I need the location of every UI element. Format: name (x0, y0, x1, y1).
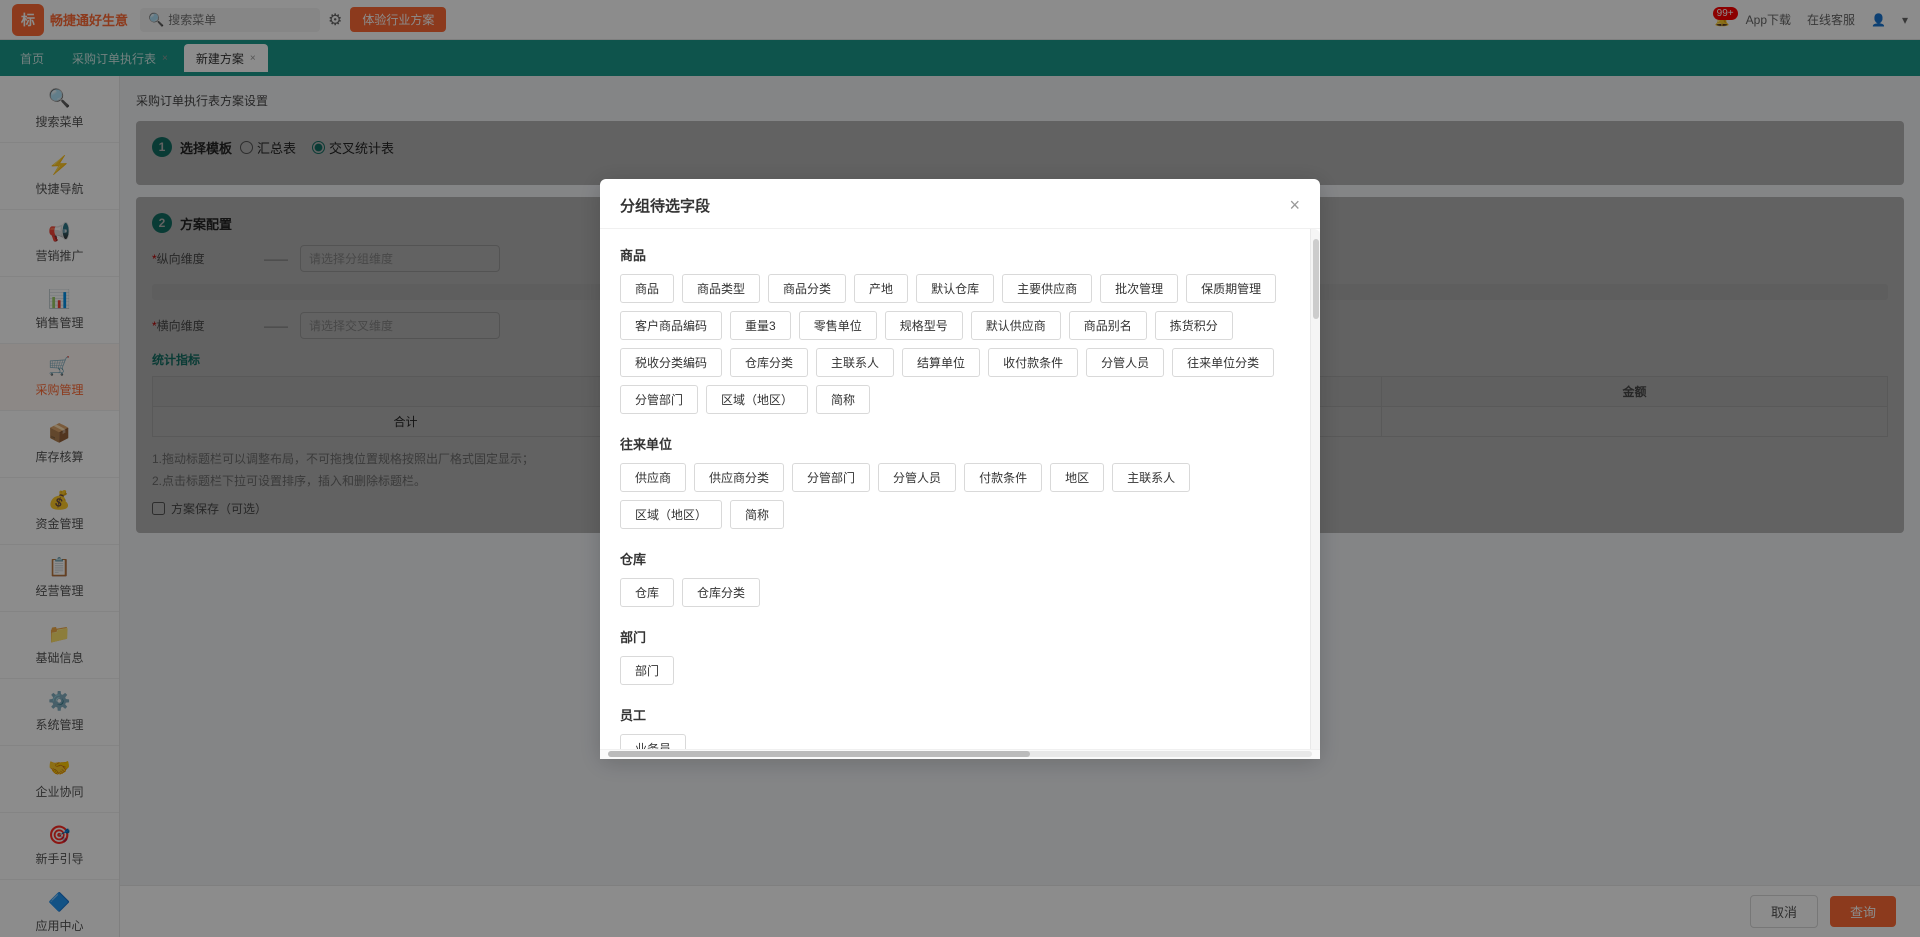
tag-goods-主要供应商[interactable]: 主要供应商 (1002, 274, 1092, 303)
tag-partner-付款条件[interactable]: 付款条件 (964, 463, 1042, 492)
tag-goods-商品[interactable]: 商品 (620, 274, 674, 303)
tag-partner-供应商[interactable]: 供应商 (620, 463, 686, 492)
staff-tags: 业务员 (620, 734, 1290, 750)
tag-goods-往来单位分类[interactable]: 往来单位分类 (1172, 348, 1274, 377)
tag-goods-产地[interactable]: 产地 (854, 274, 908, 303)
field-group-goods-title: 商品 (620, 245, 1290, 264)
modal-hscroll[interactable] (600, 749, 1320, 758)
modal-close-button[interactable]: × (1289, 195, 1300, 216)
modal-inner: 商品 商品 商品类型 商品分类 产地 默认仓库 主要供应商 批次管理 保质期管理… (600, 229, 1320, 750)
partner-tags: 供应商 供应商分类 分管部门 分管人员 付款条件 地区 主联系人 区域（地区） … (620, 463, 1290, 529)
modal-header: 分组待选字段 × (600, 179, 1320, 229)
field-group-partner: 往来单位 供应商 供应商分类 分管部门 分管人员 付款条件 地区 主联系人 区域… (620, 434, 1290, 529)
hscroll-thumb (608, 751, 1030, 757)
modal-body[interactable]: 商品 商品 商品类型 商品分类 产地 默认仓库 主要供应商 批次管理 保质期管理… (600, 229, 1310, 750)
tag-goods-客户商品编码[interactable]: 客户商品编码 (620, 311, 722, 340)
tag-goods-规格型号[interactable]: 规格型号 (885, 311, 963, 340)
tag-goods-默认仓库[interactable]: 默认仓库 (916, 274, 994, 303)
tag-partner-主联系人[interactable]: 主联系人 (1112, 463, 1190, 492)
tag-goods-商品分类[interactable]: 商品分类 (768, 274, 846, 303)
tag-staff-业务员[interactable]: 业务员 (620, 734, 686, 750)
tag-goods-税收分类编码[interactable]: 税收分类编码 (620, 348, 722, 377)
tag-warehouse-仓库[interactable]: 仓库 (620, 578, 674, 607)
modal-title: 分组待选字段 (620, 195, 710, 216)
tag-partner-分管人员[interactable]: 分管人员 (878, 463, 956, 492)
hscroll-track (608, 751, 1312, 757)
tag-goods-商品别名[interactable]: 商品别名 (1069, 311, 1147, 340)
tag-goods-批次管理[interactable]: 批次管理 (1100, 274, 1178, 303)
tag-goods-分管人员[interactable]: 分管人员 (1086, 348, 1164, 377)
field-group-dept-title: 部门 (620, 627, 1290, 646)
tag-goods-拣货积分[interactable]: 拣货积分 (1155, 311, 1233, 340)
goods-tags: 商品 商品类型 商品分类 产地 默认仓库 主要供应商 批次管理 保质期管理 客户… (620, 274, 1290, 414)
tag-goods-结算单位[interactable]: 结算单位 (902, 348, 980, 377)
field-group-staff-title: 员工 (620, 705, 1290, 724)
tag-partner-分管部门[interactable]: 分管部门 (792, 463, 870, 492)
tag-warehouse-仓库分类[interactable]: 仓库分类 (682, 578, 760, 607)
tag-goods-仓库分类[interactable]: 仓库分类 (730, 348, 808, 377)
field-group-warehouse-title: 仓库 (620, 549, 1290, 568)
tag-goods-简称[interactable]: 简称 (816, 385, 870, 414)
modal-overlay: 分组待选字段 × 商品 商品 商品类型 商品分类 产地 默认仓库 主要供应商 批… (0, 0, 1920, 937)
tag-partner-简称[interactable]: 简称 (730, 500, 784, 529)
tag-goods-收付款条件[interactable]: 收付款条件 (988, 348, 1078, 377)
field-group-partner-title: 往来单位 (620, 434, 1290, 453)
tag-partner-区域地区[interactable]: 区域（地区） (620, 500, 722, 529)
warehouse-tags: 仓库 仓库分类 (620, 578, 1290, 607)
tag-goods-商品类型[interactable]: 商品类型 (682, 274, 760, 303)
field-group-goods: 商品 商品 商品类型 商品分类 产地 默认仓库 主要供应商 批次管理 保质期管理… (620, 245, 1290, 414)
dept-tags: 部门 (620, 656, 1290, 685)
tag-dept-部门[interactable]: 部门 (620, 656, 674, 685)
tag-goods-默认供应商[interactable]: 默认供应商 (971, 311, 1061, 340)
field-group-warehouse: 仓库 仓库 仓库分类 (620, 549, 1290, 607)
tag-goods-零售单位[interactable]: 零售单位 (799, 311, 877, 340)
vscroll-thumb (1313, 239, 1319, 319)
tag-goods-分管部门[interactable]: 分管部门 (620, 385, 698, 414)
field-group-dept: 部门 部门 (620, 627, 1290, 685)
modal-dialog: 分组待选字段 × 商品 商品 商品类型 商品分类 产地 默认仓库 主要供应商 批… (600, 179, 1320, 759)
tag-goods-区域地区[interactable]: 区域（地区） (706, 385, 808, 414)
field-group-staff: 员工 业务员 (620, 705, 1290, 750)
tag-partner-地区[interactable]: 地区 (1050, 463, 1104, 492)
tag-goods-重量3[interactable]: 重量3 (730, 311, 791, 340)
modal-right-scroll[interactable] (1310, 229, 1320, 750)
tag-partner-供应商分类[interactable]: 供应商分类 (694, 463, 784, 492)
tag-goods-主联系人[interactable]: 主联系人 (816, 348, 894, 377)
tag-goods-保质期管理[interactable]: 保质期管理 (1186, 274, 1276, 303)
